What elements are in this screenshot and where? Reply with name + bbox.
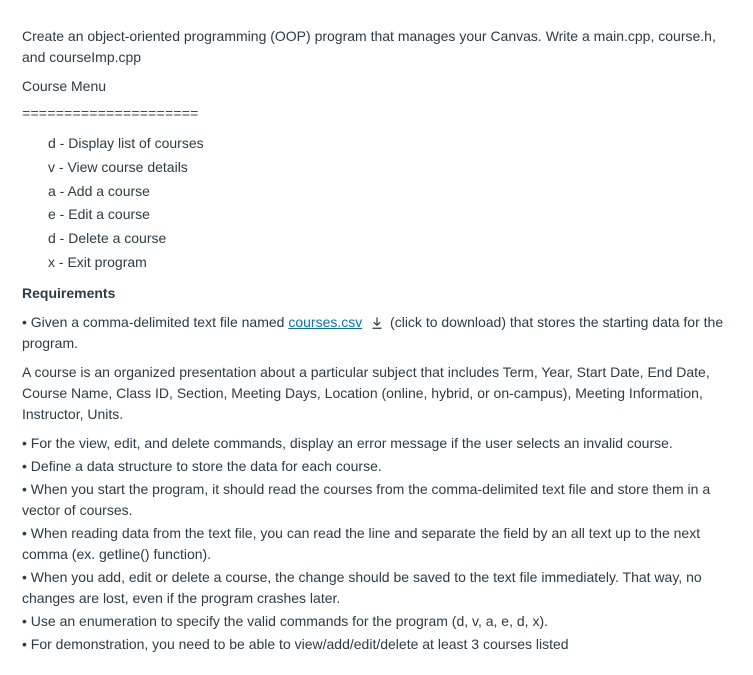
course-menu-title: Course Menu bbox=[22, 76, 731, 97]
bullet-item: • Define a data structure to store the d… bbox=[22, 456, 731, 477]
bullet-item: • For demonstration, you need to be able… bbox=[22, 634, 731, 655]
intro-paragraph: Create an object-oriented programming (O… bbox=[22, 26, 731, 68]
menu-divider: ===================== bbox=[22, 105, 731, 126]
menu-item: e - Edit a course bbox=[48, 203, 731, 227]
menu-list: d - Display list of courses v - View cou… bbox=[22, 132, 731, 275]
menu-item: d - Delete a course bbox=[48, 227, 731, 251]
requirement-file-line: • Given a comma-delimited text file name… bbox=[22, 312, 731, 354]
req1-prefix: • Given a comma-delimited text file name… bbox=[22, 314, 288, 330]
bullet-item: • When reading data from the text file, … bbox=[22, 523, 731, 565]
course-description: A course is an organized presentation ab… bbox=[22, 362, 731, 425]
bullet-item: • When you start the program, it should … bbox=[22, 479, 731, 521]
menu-item: x - Exit program bbox=[48, 251, 731, 275]
courses-csv-link[interactable]: courses.csv bbox=[288, 314, 362, 330]
bullet-item: • Use an enumeration to specify the vali… bbox=[22, 611, 731, 632]
menu-item: d - Display list of courses bbox=[48, 132, 731, 156]
bullet-item: • For the view, edit, and delete command… bbox=[22, 433, 731, 454]
menu-item: a - Add a course bbox=[48, 180, 731, 204]
download-icon[interactable] bbox=[370, 316, 384, 330]
menu-item: v - View course details bbox=[48, 156, 731, 180]
bullet-item: • When you add, edit or delete a course,… bbox=[22, 567, 731, 609]
requirements-heading: Requirements bbox=[22, 283, 731, 304]
